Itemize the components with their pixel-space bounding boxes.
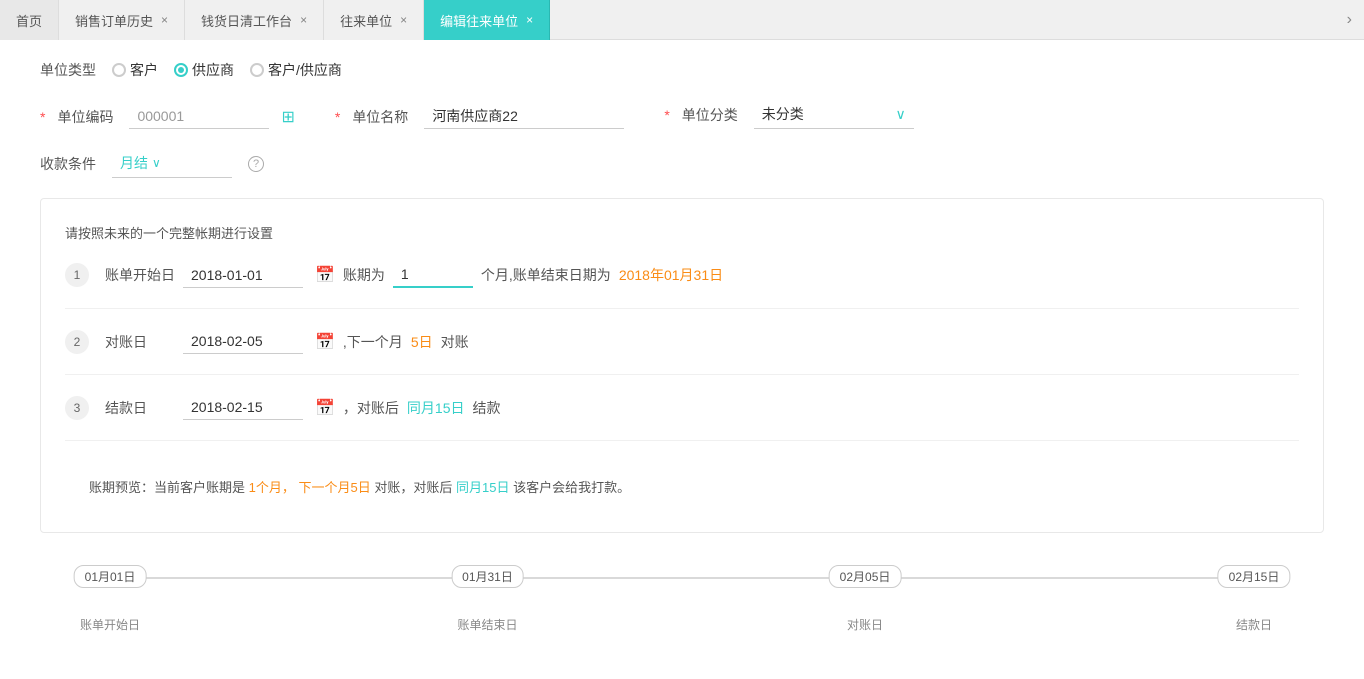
radio-both[interactable]: 客户/供应商 (250, 60, 342, 80)
unit-type-row: 单位类型 客户 供应商 客户/供应商 (40, 60, 1324, 80)
timeline-section: 01月01日 账单开始日 01月31日 账单结束日 02月05日 对账日 02月… (40, 549, 1324, 659)
radio-customer-label: 客户 (130, 60, 158, 80)
step-content-2: 对账日 📅 ,下一个月 5日 对账 (105, 329, 1299, 354)
step-3-calendar-icon[interactable]: 📅 (315, 398, 335, 418)
preview-section: 账期预览：当前客户账期是 1个月， 下一个月5日 对账，对账后 同月15日 该客… (65, 461, 1299, 512)
payment-terms-value: 月结 (120, 153, 148, 173)
step-label-1: 账单开始日 (105, 265, 175, 285)
tab-bar: 首页 销售订单历史 × 钱货日清工作台 × 往来单位 × 编辑往来单位 × › (0, 0, 1364, 40)
radio-supplier-label: 供应商 (192, 60, 234, 80)
preview-suffix: 该客户会给我打款。 (513, 480, 630, 495)
preview-settle: 同月15日 (456, 480, 509, 495)
step-num-2: 2 (65, 330, 89, 354)
section-title: 请按照未来的一个完整帐期进行设置 (65, 223, 1299, 242)
tab-cash-workbench[interactable]: 钱货日清工作台 × (185, 0, 324, 40)
payment-terms-dropdown[interactable]: 月结 ∨ (112, 149, 232, 178)
unit-classify-label: 单位分类 (682, 105, 738, 125)
step-1-period-end: 2018年01月31日 (619, 265, 723, 285)
radio-supplier[interactable]: 供应商 (174, 60, 234, 80)
tl-badge-1: 01月01日 (74, 565, 147, 588)
timeline-point-4: 02月15日 结款日 (1218, 565, 1291, 633)
radio-circle-supplier (174, 63, 188, 77)
step-2-suffix-text: 对账 (441, 332, 469, 352)
payment-terms-label: 收款条件 (40, 154, 96, 174)
tl-badge-4: 02月15日 (1218, 565, 1291, 588)
tl-badge-3: 02月05日 (829, 565, 902, 588)
step-3-suffix-prefix: ，对账后 (343, 398, 399, 418)
step-1-period-unit: 个月,账单结束日期为 (481, 265, 611, 285)
unit-name-input[interactable] (424, 104, 624, 129)
copy-icon[interactable]: ⊞ (281, 107, 294, 127)
step-2-calendar-icon[interactable]: 📅 (315, 332, 335, 352)
step-1-calendar-icon[interactable]: 📅 (315, 265, 335, 285)
tab-home[interactable]: 首页 (0, 0, 59, 40)
tab-sales-history[interactable]: 销售订单历史 × (59, 0, 185, 40)
unit-classify-value: 未分类 (762, 104, 804, 124)
step-content-1: 账单开始日 📅 账期为 个月,账单结束日期为 2018年01月31日 (105, 262, 1299, 288)
close-icon[interactable]: × (300, 13, 307, 27)
radio-both-label: 客户/供应商 (268, 60, 342, 80)
radio-circle-customer (112, 63, 126, 77)
step-1-period-input[interactable] (393, 262, 473, 288)
required-mark-classify: * (664, 107, 669, 123)
timeline-point-3: 02月05日 对账日 (829, 565, 902, 633)
preview-period: 1个月， (249, 480, 295, 495)
tab-home-label: 首页 (16, 11, 42, 30)
payment-terms-row: 收款条件 月结 ∨ ? (40, 149, 1324, 178)
tab-edit-partner[interactable]: 编辑往来单位 × (424, 0, 550, 40)
tl-sub-3: 对账日 (847, 616, 883, 633)
unit-type-label: 单位类型 (40, 60, 96, 80)
tl-sub-1: 账单开始日 (80, 616, 140, 633)
preview-prefix: 账期预览：当前客户账期是 (89, 480, 245, 495)
step-3-date-input[interactable] (183, 395, 303, 420)
billing-period-section: 请按照未来的一个完整帐期进行设置 1 账单开始日 📅 账期为 个月,账单结束日期… (40, 198, 1324, 533)
help-icon[interactable]: ? (248, 156, 264, 172)
tl-sub-4: 结款日 (1236, 616, 1272, 633)
tab-sales-history-label: 销售订单历史 (75, 11, 153, 30)
timeline-track (110, 577, 1254, 579)
tl-sub-2: 账单结束日 (458, 616, 518, 633)
unit-info-row: * 单位编码 ⊞ * 单位名称 * 单位分类 未分类 ∨ (40, 100, 1324, 129)
step-content-3: 结款日 📅 ，对账后 同月15日 结款 (105, 395, 1299, 420)
payment-dropdown-arrow: ∨ (152, 156, 161, 170)
timeline-point-1: 01月01日 账单开始日 (74, 565, 147, 633)
step-label-2: 对账日 (105, 332, 175, 352)
step-3-suffix-day: 同月15日 (407, 398, 465, 418)
step-num-3: 3 (65, 396, 89, 420)
radio-customer[interactable]: 客户 (112, 60, 158, 80)
step-1-period-label: 账期为 (343, 265, 385, 285)
tab-cash-workbench-label: 钱货日清工作台 (201, 11, 292, 30)
main-content: 单位类型 客户 供应商 客户/供应商 * 单位编码 ⊞ * 单位名称 (0, 40, 1364, 679)
required-mark-name: * (335, 109, 340, 125)
step-2-date-input[interactable] (183, 329, 303, 354)
unit-code-label: 单位编码 (57, 107, 113, 127)
required-mark-code: * (40, 109, 45, 125)
step-row-3: 3 结款日 📅 ，对账后 同月15日 结款 (65, 395, 1299, 441)
preview-middle2: 对账，对账后 (374, 480, 452, 495)
radio-circle-both (250, 63, 264, 77)
unit-classify-dropdown[interactable]: 未分类 ∨ (754, 100, 914, 129)
preview-middle: 下一个月5日 (299, 480, 371, 495)
tab-partners[interactable]: 往来单位 × (324, 0, 424, 40)
close-icon[interactable]: × (526, 13, 533, 27)
step-row-2: 2 对账日 📅 ,下一个月 5日 对账 (65, 329, 1299, 375)
unit-type-radio-group: 客户 供应商 客户/供应商 (112, 60, 342, 80)
close-icon[interactable]: × (400, 13, 407, 27)
tab-collapse-button[interactable]: › (1335, 0, 1364, 39)
step-1-date-input[interactable] (183, 263, 303, 288)
classify-dropdown-arrow: ∨ (896, 106, 906, 123)
tl-badge-2: 01月31日 (451, 565, 524, 588)
unit-code-input[interactable] (129, 104, 269, 129)
tab-edit-partner-label: 编辑往来单位 (440, 11, 518, 30)
step-row-1: 1 账单开始日 📅 账期为 个月,账单结束日期为 2018年01月31日 (65, 262, 1299, 309)
step-label-3: 结款日 (105, 398, 175, 418)
unit-name-label: 单位名称 (352, 107, 408, 127)
step-2-suffix-day: 5日 (411, 332, 433, 352)
close-icon[interactable]: × (161, 13, 168, 27)
tab-partners-label: 往来单位 (340, 11, 392, 30)
timeline-point-2: 01月31日 账单结束日 (451, 565, 524, 633)
step-2-suffix-prefix: ,下一个月 (343, 332, 403, 352)
step-3-suffix-text: 结款 (473, 398, 501, 418)
step-num-1: 1 (65, 263, 89, 287)
